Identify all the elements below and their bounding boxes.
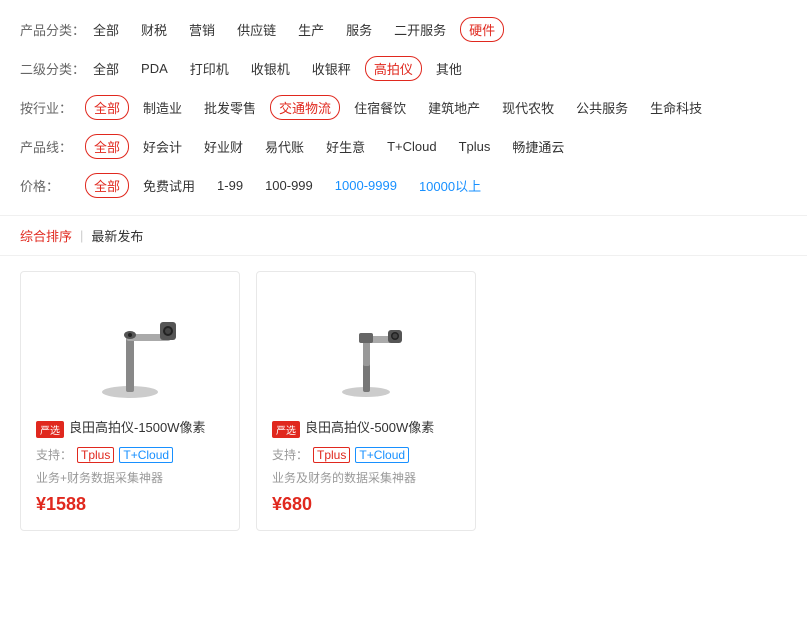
filter-item-industry-1[interactable]: 制造业 — [135, 96, 190, 119]
filter-section: 产品分类： 全部 财税 营销 供应链 生产 服务 二开服务 硬件 二级分类： 全… — [0, 0, 807, 216]
product-price-1: ¥680 — [272, 494, 460, 515]
filter-item-industry-2[interactable]: 批发零售 — [196, 96, 264, 119]
filter-item-category1-2[interactable]: 营销 — [181, 18, 223, 41]
filter-items-category2: 全部 PDA 打印机 收银机 收银秤 高拍仪 其他 — [85, 56, 470, 81]
filter-item-industry-4[interactable]: 住宿餐饮 — [346, 96, 414, 119]
products-area: 严选 良田高拍仪-1500W像素 支持： Tplus T+Cloud 业务+财务… — [0, 256, 807, 546]
tag-tplus-1: Tplus — [313, 447, 350, 463]
filter-label-category2: 二级分类： — [20, 59, 85, 78]
filter-item-category1-6[interactable]: 二开服务 — [386, 18, 454, 41]
tag-tcloud-1: T+Cloud — [355, 447, 409, 463]
filter-item-category1-0[interactable]: 全部 — [85, 18, 127, 41]
filter-row-productline: 产品线： 全部 好会计 好业财 易代账 好生意 T+Cloud Tplus 畅捷… — [20, 127, 787, 166]
filter-item-productline-2[interactable]: 好业财 — [196, 135, 251, 158]
filter-item-price-1[interactable]: 免费试用 — [135, 174, 203, 197]
sort-comprehensive[interactable]: 综合排序 — [20, 226, 72, 245]
filter-row-price: 价格： 全部 免费试用 1-99 100-999 1000-9999 10000… — [20, 166, 787, 205]
filter-item-price-5[interactable]: 10000以上 — [411, 174, 489, 197]
filter-item-industry-3[interactable]: 交通物流 — [270, 95, 340, 120]
product-price-0: ¥1588 — [36, 494, 224, 515]
product-desc-0: 业务+财务数据采集神器 — [36, 469, 224, 486]
filter-item-category2-5[interactable]: 高拍仪 — [365, 56, 422, 81]
filter-item-price-0[interactable]: 全部 — [85, 173, 129, 198]
support-label-1: 支持： — [272, 446, 308, 463]
filter-item-category1-3[interactable]: 供应链 — [229, 18, 284, 41]
product-image-0 — [36, 287, 224, 407]
filter-label-price: 价格： — [20, 176, 85, 195]
filter-item-category2-3[interactable]: 收银机 — [243, 57, 298, 80]
filter-item-productline-1[interactable]: 好会计 — [135, 135, 190, 158]
filter-item-category2-4[interactable]: 收银秤 — [304, 57, 359, 80]
product-support-1: 支持： Tplus T+Cloud — [272, 446, 460, 463]
sort-bar: 综合排序 | 最新发布 — [0, 216, 807, 256]
tag-tcloud-0: T+Cloud — [119, 447, 173, 463]
filter-item-productline-5[interactable]: T+Cloud — [379, 137, 445, 156]
sort-latest[interactable]: 最新发布 — [91, 226, 143, 245]
product-card-1[interactable]: 严选 良田高拍仪-500W像素 支持： Tplus T+Cloud 业务及财务的… — [256, 271, 476, 531]
product-desc-1: 业务及财务的数据采集神器 — [272, 469, 460, 486]
badge-yanxuan-1: 严选 — [272, 421, 300, 438]
product-title-row-0: 严选 良田高拍仪-1500W像素 — [36, 419, 224, 438]
filter-item-industry-8[interactable]: 生命科技 — [642, 96, 710, 119]
filter-item-industry-6[interactable]: 现代农牧 — [494, 96, 562, 119]
product-svg-0 — [80, 292, 180, 402]
product-support-0: 支持： Tplus T+Cloud — [36, 446, 224, 463]
product-name-0: 良田高拍仪-1500W像素 — [69, 419, 206, 437]
filter-items-industry: 全部 制造业 批发零售 交通物流 住宿餐饮 建筑地产 现代农牧 公共服务 生命科… — [85, 95, 710, 120]
filter-item-industry-5[interactable]: 建筑地产 — [420, 96, 488, 119]
filter-item-category1-5[interactable]: 服务 — [338, 18, 380, 41]
filter-items-category1: 全部 财税 营销 供应链 生产 服务 二开服务 硬件 — [85, 17, 504, 42]
filter-row-category2: 二级分类： 全部 PDA 打印机 收银机 收银秤 高拍仪 其他 — [20, 49, 787, 88]
filter-item-category2-1[interactable]: PDA — [133, 59, 176, 78]
filter-label-industry: 按行业： — [20, 98, 85, 117]
filter-item-price-4[interactable]: 1000-9999 — [327, 176, 405, 195]
support-label-0: 支持： — [36, 446, 72, 463]
filter-row-category1: 产品分类： 全部 财税 营销 供应链 生产 服务 二开服务 硬件 — [20, 10, 787, 49]
badge-yanxuan-0: 严选 — [36, 421, 64, 438]
filter-item-category1-1[interactable]: 财税 — [133, 18, 175, 41]
filter-item-category2-0[interactable]: 全部 — [85, 57, 127, 80]
filter-item-industry-7[interactable]: 公共服务 — [568, 96, 636, 119]
tag-tplus-0: Tplus — [77, 447, 114, 463]
product-card-0[interactable]: 严选 良田高拍仪-1500W像素 支持： Tplus T+Cloud 业务+财务… — [20, 271, 240, 531]
filter-label-category1: 产品分类： — [20, 20, 85, 39]
sort-divider: | — [80, 228, 83, 243]
filter-item-category2-6[interactable]: 其他 — [428, 57, 470, 80]
filter-label-productline: 产品线： — [20, 137, 85, 156]
product-title-row-1: 严选 良田高拍仪-500W像素 — [272, 419, 460, 438]
filter-item-category1-7[interactable]: 硬件 — [460, 17, 504, 42]
filter-item-industry-0[interactable]: 全部 — [85, 95, 129, 120]
product-image-1 — [272, 287, 460, 407]
filter-item-productline-6[interactable]: Tplus — [451, 137, 499, 156]
product-name-1: 良田高拍仪-500W像素 — [305, 419, 434, 437]
product-svg-1 — [316, 292, 416, 402]
filter-row-industry: 按行业： 全部 制造业 批发零售 交通物流 住宿餐饮 建筑地产 现代农牧 公共服… — [20, 88, 787, 127]
filter-item-productline-0[interactable]: 全部 — [85, 134, 129, 159]
filter-item-price-2[interactable]: 1-99 — [209, 176, 251, 195]
filter-item-category2-2[interactable]: 打印机 — [182, 57, 237, 80]
filter-items-price: 全部 免费试用 1-99 100-999 1000-9999 10000以上 — [85, 173, 489, 198]
filter-item-productline-7[interactable]: 畅捷通云 — [504, 135, 572, 158]
filter-item-productline-4[interactable]: 好生意 — [318, 135, 373, 158]
filter-item-category1-4[interactable]: 生产 — [290, 18, 332, 41]
filter-items-productline: 全部 好会计 好业财 易代账 好生意 T+Cloud Tplus 畅捷通云 — [85, 134, 572, 159]
filter-item-price-3[interactable]: 100-999 — [257, 176, 321, 195]
filter-item-productline-3[interactable]: 易代账 — [257, 135, 312, 158]
